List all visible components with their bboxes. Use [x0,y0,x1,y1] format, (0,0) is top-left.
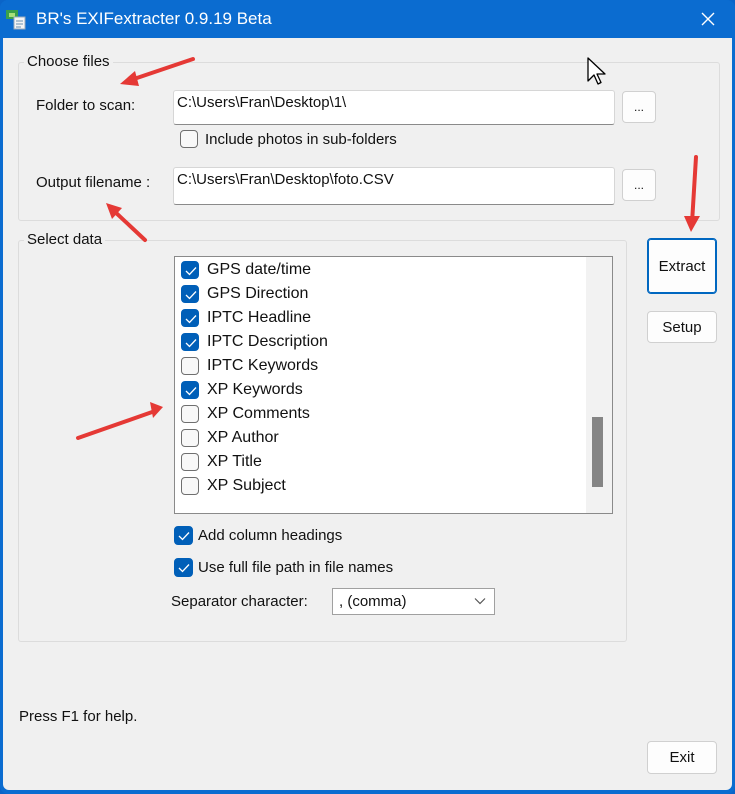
list-item[interactable]: XP Author [181,427,581,451]
window-title: BR's EXIFextracter 0.9.19 Beta [36,9,272,28]
list-item[interactable]: XP Title [181,451,581,475]
close-icon [701,12,715,26]
chevron-down-icon [474,598,486,605]
list-item-label: GPS date/time [207,261,312,278]
checkmark-icon [185,267,197,276]
separator-dropdown[interactable]: , (comma) [332,588,495,615]
folder-to-scan-value: C:\Users\Fran\Desktop\1\ [177,94,347,111]
separator-label: Separator character: [171,593,308,610]
full-path-label: Use full file path in file names [198,559,394,576]
output-browse-button[interactable]: ... [622,169,656,201]
list-item-checkbox[interactable] [181,477,199,495]
list-item-label: XP Subject [207,477,286,494]
status-text: Press F1 for help. [19,708,138,725]
list-item[interactable]: GPS date/time [181,259,581,283]
data-fields-list[interactable]: GPS date/time GPS Direction IPTC Headline I… [174,256,613,514]
checkmark-icon [178,532,190,541]
list-item[interactable]: IPTC Description [181,331,581,355]
output-filename-input[interactable]: C:\Users\Fran\Desktop\foto.CSV [173,167,615,205]
include-subfolders-checkbox[interactable] [180,130,198,148]
select-data-title: Select data [24,231,106,248]
list-scrollbar[interactable] [586,257,612,513]
list-item-label: XP Author [207,429,279,446]
list-item-checkbox[interactable] [181,405,199,423]
output-filename-label: Output filename : [36,174,151,191]
list-item-label: IPTC Headline [207,309,312,326]
list-item[interactable]: XP Keywords [181,379,581,403]
add-column-headings-label: Add column headings [198,527,343,544]
list-item-checkbox[interactable] [181,261,199,279]
app-window: BR's EXIFextracter 0.9.19 Beta Choose fi… [0,0,735,794]
include-subfolders-label: Include photos in sub-folders [205,131,397,148]
output-filename-value: C:\Users\Fran\Desktop\foto.CSV [177,171,394,188]
extract-button[interactable]: Extract [647,238,717,294]
checkmark-icon [178,564,190,573]
list-item[interactable]: XP Subject [181,475,581,499]
list-item-label: IPTC Keywords [207,357,319,374]
mouse-cursor-icon [587,57,606,85]
list-item-label: XP Title [207,453,262,470]
list-item-checkbox[interactable] [181,453,199,471]
list-item[interactable]: XP Comments [181,403,581,427]
list-item-checkbox[interactable] [181,309,199,327]
separator-value: , (comma) [339,593,407,610]
list-item-label: GPS Direction [207,285,309,302]
folder-to-scan-label: Folder to scan: [36,97,136,114]
list-item[interactable]: GPS Direction [181,283,581,307]
checkmark-icon [185,315,197,324]
checkmark-icon [185,387,197,396]
list-item[interactable]: IPTC Keywords [181,355,581,379]
app-icon [5,8,27,30]
list-item[interactable]: IPTC Headline [181,307,581,331]
add-column-headings-checkbox[interactable] [174,526,193,545]
list-item-checkbox[interactable] [181,429,199,447]
setup-button[interactable]: Setup [647,311,717,343]
scrollbar-thumb[interactable] [592,417,603,487]
list-item-label: XP Comments [207,405,310,422]
checkmark-icon [185,339,197,348]
title-bar[interactable]: BR's EXIFextracter 0.9.19 Beta [0,0,735,38]
list-item-label: IPTC Description [207,333,328,350]
choose-files-title: Choose files [24,53,113,70]
close-button[interactable] [690,6,726,32]
list-item-label: XP Keywords [207,381,303,398]
checkmark-icon [185,291,197,300]
list-item-checkbox[interactable] [181,357,199,375]
folder-browse-button[interactable]: ... [622,91,656,123]
list-item-checkbox[interactable] [181,381,199,399]
dialog-body: Choose files Folder to scan: C:\Users\Fr… [3,38,732,790]
full-path-checkbox[interactable] [174,558,193,577]
list-item-checkbox[interactable] [181,333,199,351]
exit-button[interactable]: Exit [647,741,717,774]
list-item-checkbox[interactable] [181,285,199,303]
folder-to-scan-input[interactable]: C:\Users\Fran\Desktop\1\ [173,90,615,125]
